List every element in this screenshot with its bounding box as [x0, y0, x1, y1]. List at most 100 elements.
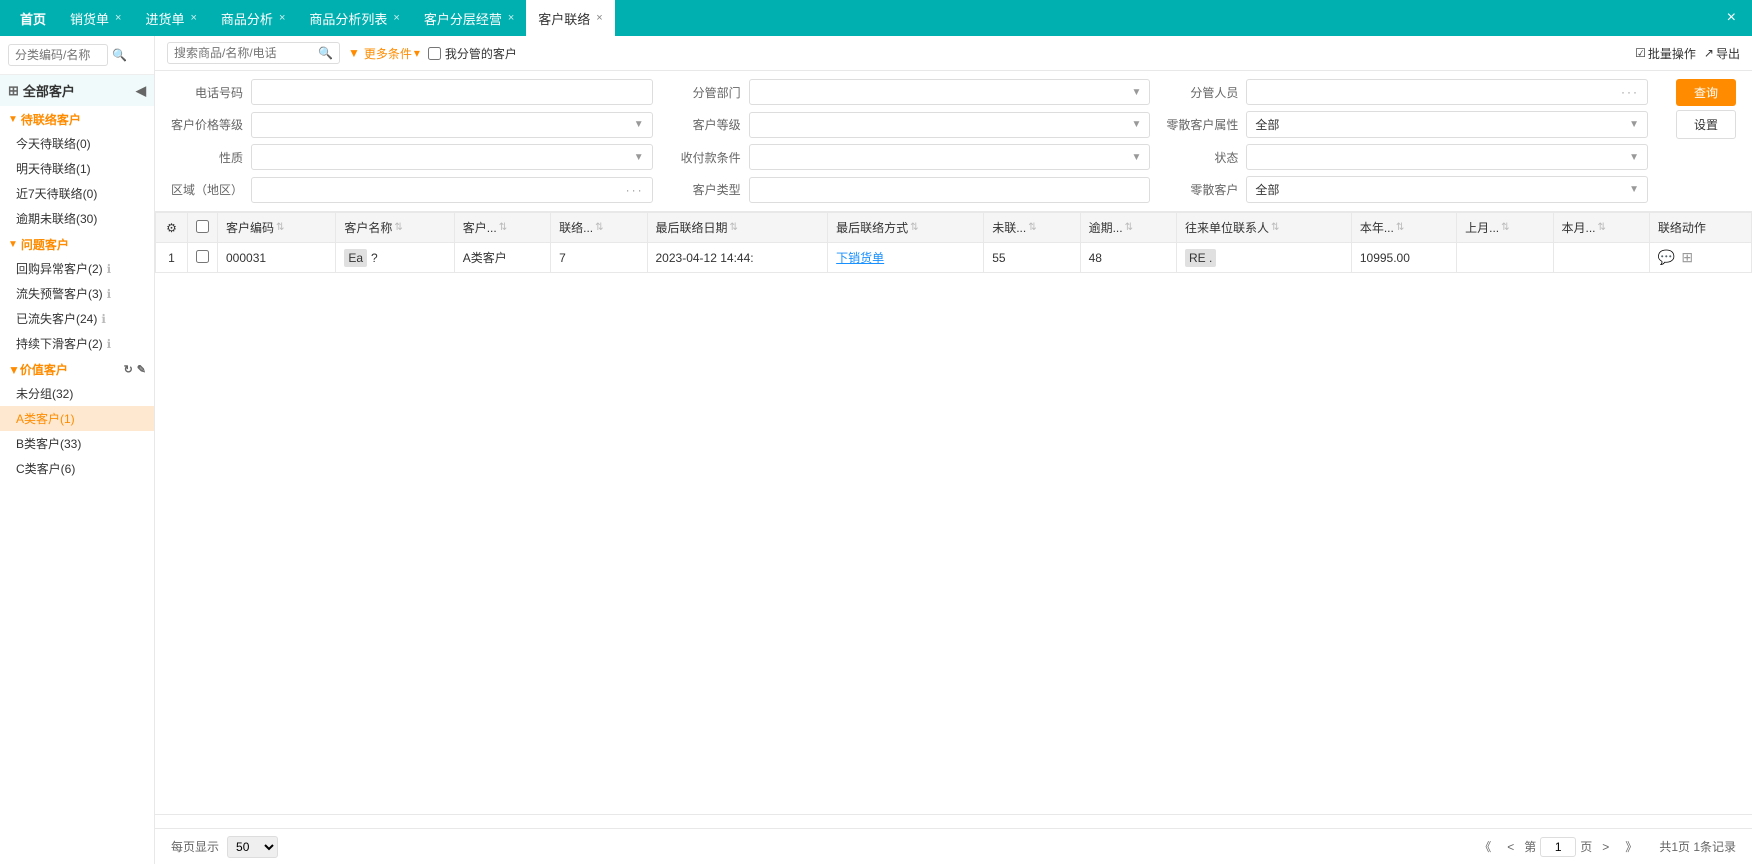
main-search-icon[interactable]: 🔍 [318, 46, 333, 60]
prev-page-button[interactable]: < [1501, 838, 1520, 856]
sidebar-item-overdue[interactable]: 逾期未联络(30) [0, 206, 154, 231]
sort-name-icon[interactable]: ⇅ [394, 222, 402, 233]
more-conditions-button[interactable]: ▼ 更多条件 ▾ [348, 45, 420, 62]
sort-uncontacted-icon[interactable]: ⇅ [1028, 222, 1036, 233]
sidebar-search-icon[interactable]: 🔍 [112, 48, 127, 62]
page-number-input[interactable] [1540, 837, 1576, 857]
dept-select[interactable]: ▼ [749, 79, 1151, 105]
retail-select[interactable]: 全部 ▼ [1246, 176, 1648, 203]
sort-overdue-icon[interactable]: ⇅ [1125, 222, 1133, 233]
nav-sales[interactable]: 销货单 × [58, 0, 133, 36]
sort-lmonth-icon[interactable]: ⇅ [1501, 222, 1509, 233]
horizontal-scrollbar[interactable] [155, 814, 1752, 828]
customer-type-input[interactable] [749, 177, 1151, 203]
select-all-checkbox[interactable] [196, 220, 209, 233]
payment-select[interactable]: ▼ [749, 144, 1151, 170]
query-button[interactable]: 查询 [1676, 79, 1736, 106]
customer-level-label: 客户等级 [669, 116, 749, 133]
qr-icon[interactable]: ⊞ [1681, 249, 1693, 266]
last-page-button[interactable]: 》 [1619, 836, 1643, 857]
sort-contacts-icon[interactable]: ⇅ [595, 222, 603, 233]
sidebar-item-class-a[interactable]: A类客户(1) [0, 406, 154, 431]
contact-method-link[interactable]: 下销货单 [836, 251, 884, 265]
td-unit-contact: RE . [1176, 243, 1351, 273]
td-this-month [1553, 243, 1649, 273]
next-page-button[interactable]: > [1596, 838, 1615, 856]
sort-unit-icon[interactable]: ⇅ [1271, 222, 1279, 233]
info-icon4: ℹ [107, 337, 112, 351]
gear-icon[interactable]: ⚙ [166, 221, 177, 235]
my-customers-checkbox[interactable] [428, 47, 441, 60]
export-button[interactable]: ↗ 导出 [1704, 45, 1740, 62]
sidebar-item-churned[interactable]: 已流失客户(24) ℹ [0, 306, 154, 331]
first-page-button[interactable]: 《 [1473, 836, 1497, 857]
sort-tmonth-icon[interactable]: ⇅ [1598, 222, 1606, 233]
price-level-select[interactable]: ▼ [251, 112, 653, 138]
th-code: 客户编码 ⇅ [218, 213, 336, 243]
sidebar-search-wrap: 🔍 [0, 36, 154, 75]
sort-method-icon[interactable]: ⇅ [910, 222, 918, 233]
adv-field-manager: 分管人员 ··· [1166, 79, 1664, 105]
close-sales-tab[interactable]: × [115, 12, 121, 24]
edit-icon[interactable]: ✎ [137, 363, 146, 376]
all-customers-header[interactable]: ⊞ 全部客户 ◀ [0, 75, 154, 106]
settings-button[interactable]: 设置 [1676, 110, 1736, 139]
nav-product-list[interactable]: 商品分析列表 × [297, 0, 411, 36]
th-customer-type: 客户... ⇅ [454, 213, 550, 243]
nav-product-analysis[interactable]: 商品分析 × [209, 0, 297, 36]
sort-year-icon[interactable]: ⇅ [1396, 222, 1404, 233]
sidebar-item-rebuy-anomaly[interactable]: 回购异常客户(2) ℹ [0, 256, 154, 281]
adv-field-customer-level: 客户等级 ▼ [669, 112, 1167, 138]
close-product-analysis-tab[interactable]: × [279, 12, 285, 24]
pending-contact-group[interactable]: ▼ 待联络客户 [0, 106, 154, 131]
close-customer-contact-tab[interactable]: × [596, 12, 602, 24]
close-all-button[interactable]: × [1719, 9, 1744, 27]
adv-field-payment: 收付款条件 ▼ [669, 144, 1167, 170]
refresh-icon[interactable]: ↻ [124, 363, 133, 376]
phone-input[interactable] [251, 79, 653, 105]
sort-code-icon[interactable]: ⇅ [276, 222, 284, 233]
main-layout: 🔍 ⊞ 全部客户 ◀ ▼ 待联络客户 今天待联络(0) 明天待联络(1) 近7天… [0, 36, 1752, 864]
th-actions: 联络动作 [1649, 213, 1751, 243]
batch-op-button[interactable]: ☑ 批量操作 [1635, 45, 1696, 62]
close-product-list-tab[interactable]: × [393, 12, 399, 24]
main-search-input[interactable] [174, 46, 314, 60]
message-icon[interactable]: 💬 [1658, 249, 1675, 266]
nature-label: 性质 [171, 149, 251, 166]
nav-home[interactable]: 首页 [8, 0, 58, 36]
problem-customers-group[interactable]: ▼ 问题客户 [0, 231, 154, 256]
sidebar-collapse-icon[interactable]: ◀ [136, 83, 146, 99]
sidebar-item-declining[interactable]: 持续下滑客户(2) ℹ [0, 331, 154, 356]
nav-purchase[interactable]: 进货单 × [133, 0, 208, 36]
region-input[interactable]: ··· [251, 177, 653, 203]
sidebar-item-unclassified[interactable]: 未分组(32) [0, 381, 154, 406]
close-purchase-tab[interactable]: × [190, 12, 196, 24]
value-customers-group[interactable]: ▼ 价值客户 ↻ ✎ [0, 356, 154, 381]
sidebar-item-class-c[interactable]: C类客户(6) [0, 456, 154, 481]
sidebar-item-churn-warning[interactable]: 流失预警客户(3) ℹ [0, 281, 154, 306]
row-action-icons: 💬 ⊞ [1658, 249, 1743, 266]
info-icon2: ℹ [107, 287, 112, 301]
close-customer-tier-tab[interactable]: × [508, 12, 514, 24]
sidebar-item-class-b[interactable]: B类客户(33) [0, 431, 154, 456]
nav-customer-tier[interactable]: 客户分层经营 × [412, 0, 526, 36]
retail-attr-select[interactable]: 全部 ▼ [1246, 111, 1648, 138]
payment-label: 收付款条件 [669, 149, 749, 166]
sidebar-item-week[interactable]: 近7天待联络(0) [0, 181, 154, 206]
sidebar-item-today[interactable]: 今天待联络(0) [0, 131, 154, 156]
manager-input[interactable]: ··· [1246, 79, 1648, 105]
sort-date-icon[interactable]: ⇅ [730, 222, 738, 233]
sort-type-icon[interactable]: ⇅ [499, 222, 507, 233]
sidebar-search-input[interactable] [8, 44, 108, 66]
customer-level-select[interactable]: ▼ [749, 112, 1151, 138]
adv-field-nature: 性质 ▼ [171, 144, 669, 170]
sidebar-item-tomorrow[interactable]: 明天待联络(1) [0, 156, 154, 181]
status-select[interactable]: ▼ [1246, 144, 1648, 170]
nav-customer-contact[interactable]: 客户联络 × [526, 0, 614, 36]
price-chevron-icon: ▼ [634, 119, 644, 130]
retail-attr-label: 零散客户属性 [1166, 116, 1246, 133]
row-checkbox[interactable] [196, 250, 209, 263]
filter-icon: ▼ [348, 46, 360, 60]
nature-select[interactable]: ▼ [251, 144, 653, 170]
page-size-select[interactable]: 50 100 200 [227, 836, 278, 858]
